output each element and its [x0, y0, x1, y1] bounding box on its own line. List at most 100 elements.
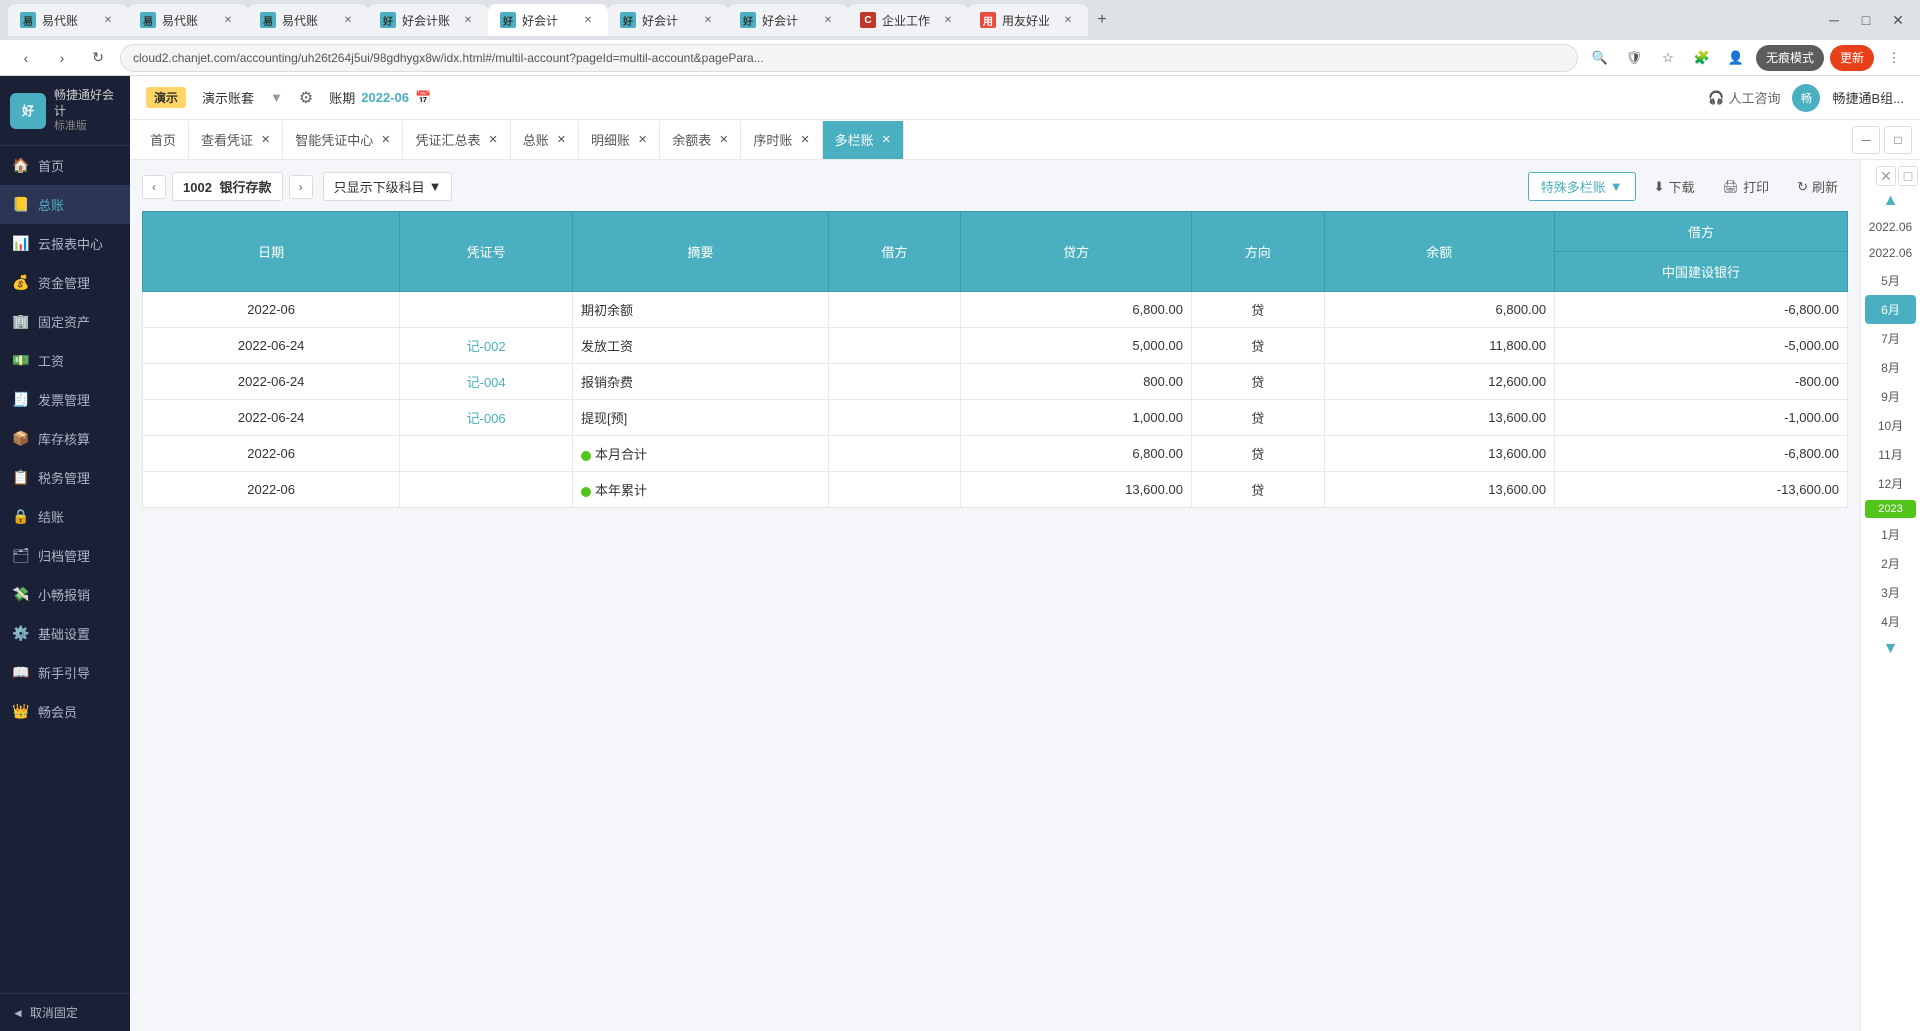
date-item-feb[interactable]: 2月	[1861, 549, 1920, 578]
tab-close-7[interactable]: ✕	[820, 12, 836, 28]
browser-tab-5[interactable]: 好 好会计 ✕	[488, 4, 608, 36]
sidebar-item-settings[interactable]: ⚙️ 基础设置	[0, 614, 130, 653]
panel-expand-button[interactable]: □	[1898, 166, 1918, 186]
date-item-may[interactable]: 5月	[1861, 266, 1920, 295]
account-next-button[interactable]: ›	[289, 175, 313, 199]
sidebar-item-stock[interactable]: 📦 库存核算	[0, 419, 130, 458]
page-tab-close-smart[interactable]: ✕	[381, 133, 390, 146]
settings-gear-icon[interactable]: ⚙	[299, 88, 313, 108]
tab-close-6[interactable]: ✕	[700, 12, 716, 28]
browser-tab-9[interactable]: 用 用友好业 ✕	[968, 4, 1088, 36]
panel-close-button[interactable]: ✕	[1876, 166, 1896, 186]
date-scroll-down-button[interactable]: ▼	[1879, 636, 1903, 662]
special-multicolumn-button[interactable]: 特殊多栏账 ▼	[1528, 172, 1636, 201]
sidebar-item-archive[interactable]: 🗂 归档管理	[0, 536, 130, 575]
calendar-icon[interactable]: 📅	[415, 90, 431, 106]
page-tab-multicolumn[interactable]: 多栏账 ✕	[823, 121, 904, 159]
dropdown-icon[interactable]: ▼	[270, 90, 283, 105]
account-prev-button[interactable]: ‹	[142, 175, 166, 199]
sidebar-item-home[interactable]: 🏠 首页	[0, 146, 130, 185]
cell-voucher[interactable]: 记-002	[400, 328, 573, 364]
browser-tab-3[interactable]: 易 易代账 ✕	[248, 4, 368, 36]
page-tab-close-multicolumn[interactable]: ✕	[882, 133, 891, 146]
page-tab-balance[interactable]: 余额表 ✕	[660, 121, 741, 159]
sidebar-item-report[interactable]: 📊 云报表中心	[0, 224, 130, 263]
tab-close-3[interactable]: ✕	[340, 12, 356, 28]
browser-tab-6[interactable]: 好 好会计 ✕	[608, 4, 728, 36]
minimize-button[interactable]: ─	[1820, 6, 1848, 34]
date-item-mar[interactable]: 3月	[1861, 578, 1920, 607]
page-tab-smart-voucher[interactable]: 智能凭证中心 ✕	[283, 121, 403, 159]
page-tab-close-summary[interactable]: ✕	[489, 133, 498, 146]
sidebar-item-tax[interactable]: 📋 税务管理	[0, 458, 130, 497]
extension-icon[interactable]: 🧩	[1688, 44, 1716, 72]
browser-tab-1[interactable]: 易 易代账 ✕	[8, 4, 128, 36]
forward-button[interactable]: ›	[48, 44, 76, 72]
reload-button[interactable]: ↻	[84, 44, 112, 72]
sidebar-item-close[interactable]: 🔒 结账	[0, 497, 130, 536]
back-button[interactable]: ‹	[12, 44, 40, 72]
date-item-jan[interactable]: 1月	[1861, 520, 1920, 549]
wuhen-mode-button[interactable]: 无痕模式	[1756, 45, 1824, 71]
sidebar-item-salary[interactable]: 💵 工资	[0, 341, 130, 380]
user-name[interactable]: 畅捷通B组...	[1832, 88, 1904, 107]
tab-expand-button[interactable]: □	[1884, 126, 1912, 154]
page-tab-close-general[interactable]: ✕	[557, 133, 566, 146]
menu-icon[interactable]: ⋮	[1880, 44, 1908, 72]
sidebar-item-ledger[interactable]: 📒 总账	[0, 185, 130, 224]
tab-close-5[interactable]: ✕	[580, 12, 596, 28]
page-tab-journal[interactable]: 序时账 ✕	[741, 121, 822, 159]
page-tab-home[interactable]: 首页	[138, 121, 189, 159]
cell-voucher[interactable]: 记-004	[400, 364, 573, 400]
close-window-button[interactable]: ✕	[1884, 6, 1912, 34]
sidebar-item-guide[interactable]: 📖 新手引导	[0, 653, 130, 692]
browser-tab-8[interactable]: C 企业工作 ✕	[848, 4, 968, 36]
date-item-june[interactable]: 6月	[1865, 295, 1916, 324]
cell-voucher[interactable]: 记-006	[400, 400, 573, 436]
page-tab-voucher[interactable]: 查看凭证 ✕	[189, 121, 283, 159]
maximize-button[interactable]: □	[1852, 6, 1880, 34]
browser-tab-2[interactable]: 易 易代账 ✕	[128, 4, 248, 36]
consult-button[interactable]: 🎧 人工咨询	[1708, 88, 1780, 107]
download-button[interactable]: ⬇ 下载	[1644, 173, 1705, 200]
date-item-apr[interactable]: 4月	[1861, 607, 1920, 636]
page-tab-close-balance[interactable]: ✕	[719, 133, 728, 146]
new-tab-button[interactable]: +	[1088, 6, 1116, 34]
subcategory-filter-dropdown[interactable]: 只显示下级科目 ▼	[323, 172, 453, 201]
print-button[interactable]: 🖨 打印	[1713, 173, 1780, 200]
tab-close-2[interactable]: ✕	[220, 12, 236, 28]
user-circle-icon[interactable]: 👤	[1722, 44, 1750, 72]
url-input[interactable]: cloud2.chanjet.com/accounting/uh26t264j5…	[120, 44, 1578, 72]
date-item-december[interactable]: 12月	[1861, 469, 1920, 498]
page-tab-close-detail[interactable]: ✕	[638, 133, 647, 146]
star-icon[interactable]: ☆	[1654, 44, 1682, 72]
tab-minimize-button[interactable]: ─	[1852, 126, 1880, 154]
tab-close-8[interactable]: ✕	[940, 12, 956, 28]
sidebar-item-member[interactable]: 👑 畅会员	[0, 692, 130, 731]
date-item-october[interactable]: 10月	[1861, 411, 1920, 440]
cell-credit: 800.00	[961, 364, 1192, 400]
page-tab-general-ledger[interactable]: 总账 ✕	[511, 121, 579, 159]
tab-close-4[interactable]: ✕	[460, 12, 476, 28]
search-icon[interactable]: 🔍	[1586, 44, 1614, 72]
page-tab-close-voucher[interactable]: ✕	[261, 133, 270, 146]
page-tab-voucher-summary[interactable]: 凭证汇总表 ✕	[403, 121, 510, 159]
date-item-july[interactable]: 7月	[1861, 324, 1920, 353]
date-item-september[interactable]: 9月	[1861, 382, 1920, 411]
update-button[interactable]: 更新	[1830, 45, 1874, 71]
pin-toggle[interactable]: ◄ 取消固定	[0, 993, 130, 1031]
sidebar-item-fund[interactable]: 💰 资金管理	[0, 263, 130, 302]
sidebar-item-invoice[interactable]: 🧾 发票管理	[0, 380, 130, 419]
date-item-november[interactable]: 11月	[1861, 440, 1920, 469]
tab-close-9[interactable]: ✕	[1060, 12, 1076, 28]
browser-tab-4[interactable]: 好 好会计账 ✕	[368, 4, 488, 36]
date-scroll-up-button[interactable]: ▲	[1879, 188, 1903, 214]
date-item-august[interactable]: 8月	[1861, 353, 1920, 382]
page-tab-detail[interactable]: 明细账 ✕	[579, 121, 660, 159]
sidebar-item-expense[interactable]: 💸 小畅报销	[0, 575, 130, 614]
page-tab-close-journal[interactable]: ✕	[800, 133, 809, 146]
browser-tab-7[interactable]: 好 好会计 ✕	[728, 4, 848, 36]
sidebar-item-asset[interactable]: 🏢 固定资产	[0, 302, 130, 341]
tab-close-1[interactable]: ✕	[100, 12, 116, 28]
refresh-button[interactable]: ↻ 刷新	[1787, 173, 1848, 200]
